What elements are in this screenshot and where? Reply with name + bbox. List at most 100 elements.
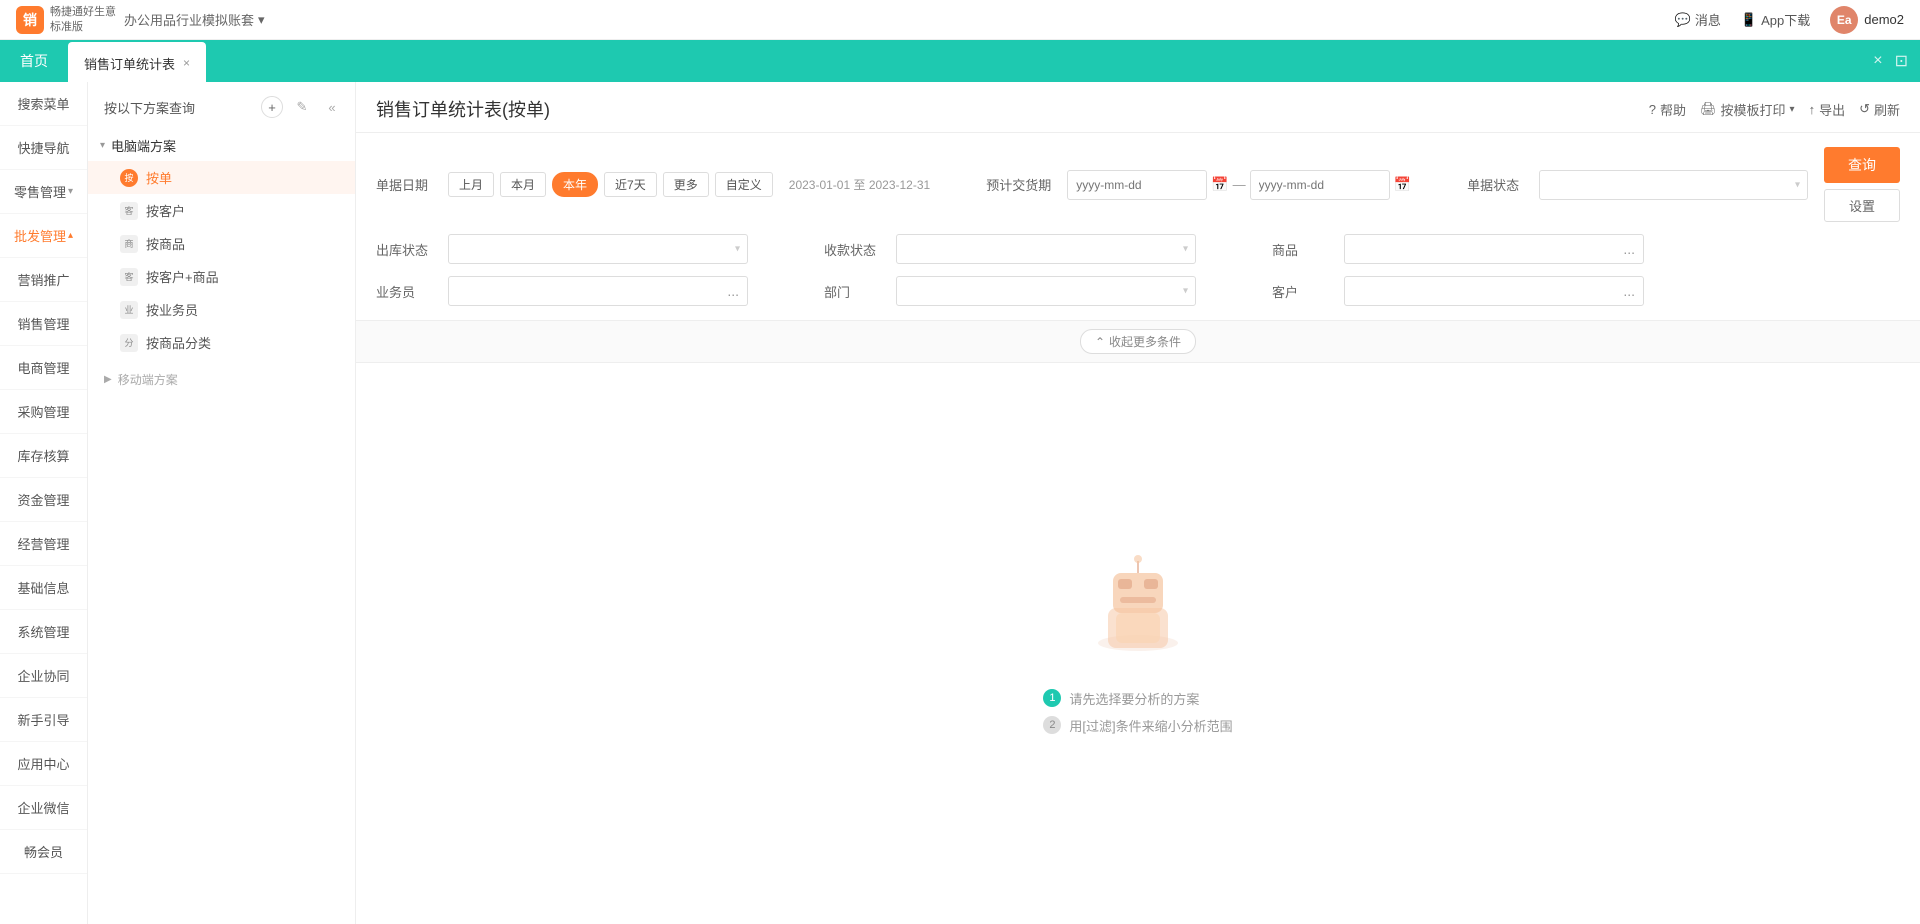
sidebar-item-ecommerce[interactable]: 电商管理 (0, 346, 87, 390)
print-template-button[interactable]: 🖨 按模板打印 ▾ (1700, 100, 1795, 119)
expected-date-end[interactable] (1250, 170, 1390, 200)
page-title: 销售订单统计表(按单) (376, 96, 550, 122)
edit-scheme-button[interactable]: ✎ (291, 96, 313, 118)
message-label: 消息 (1695, 10, 1721, 29)
tab-label: 销售订单统计表 (84, 54, 175, 73)
window-maximize-icon[interactable]: ⊡ (1895, 51, 1908, 71)
scheme-by-order[interactable]: 按 按单 (88, 161, 355, 194)
salesperson-dots-icon[interactable]: ... (727, 283, 739, 299)
goods-input[interactable] (1353, 242, 1623, 257)
empty-hint-2: 2 用[过滤]条件来缩小分析范围 (1043, 716, 1232, 735)
user-area[interactable]: Ea demo2 (1830, 6, 1904, 34)
scheme-order-icon: 按 (120, 169, 138, 187)
sidebar-item-base-info[interactable]: 基础信息 (0, 566, 87, 610)
message-icon: 💬 (1675, 12, 1691, 28)
tab-close-icon[interactable]: × (183, 56, 190, 70)
sidebar-item-member[interactable]: 畅会员 (0, 830, 87, 874)
sidebar-item-app-center[interactable]: 应用中心 (0, 742, 87, 786)
avatar: Ea (1830, 6, 1858, 34)
username-label: demo2 (1864, 12, 1904, 27)
scheme-by-goods-category[interactable]: 分 按商品分类 (88, 326, 355, 359)
scheme-customer-goods-icon: 客 (120, 268, 138, 286)
delivery-select[interactable] (448, 234, 748, 264)
refresh-button[interactable]: ↺ 刷新 (1859, 100, 1900, 119)
payment-select[interactable] (896, 234, 1196, 264)
help-button[interactable]: ? 帮助 (1649, 100, 1686, 119)
sidebar-item-finance[interactable]: 资金管理 (0, 478, 87, 522)
mobile-section-arrow-icon: ▶ (104, 374, 112, 385)
scheme-by-salesperson[interactable]: 业 按业务员 (88, 293, 355, 326)
tab-sales-order-stats[interactable]: 销售订单统计表 × (68, 42, 206, 84)
date-btn-last-7[interactable]: 近7天 (604, 172, 657, 197)
scheme-customer-icon: 客 (120, 202, 138, 220)
sidebar-item-retail[interactable]: 零售管理 ▾ (0, 170, 87, 214)
date-btn-last-month[interactable]: 上月 (448, 172, 494, 197)
logo-icon: 销 (16, 6, 44, 34)
mobile-schemes-section[interactable]: ▶ 移动端方案 (88, 363, 355, 392)
pc-section-arrow-icon: ▾ (100, 140, 105, 151)
filter-row-2: 出库状态 ▾ 收款状态 ▾ 商品 (376, 234, 1900, 264)
status-select[interactable] (1539, 170, 1808, 200)
scheme-goods-icon: 商 (120, 235, 138, 253)
customer-dots-icon[interactable]: ... (1623, 283, 1635, 299)
right-content: 销售订单统计表(按单) ? 帮助 🖨 按模板打印 ▾ ↑ 导出 (356, 82, 1920, 924)
customer-input[interactable] (1353, 284, 1623, 299)
status-label: 单据状态 (1467, 175, 1523, 194)
hint-text-2: 用[过滤]条件来缩小分析范围 (1069, 716, 1232, 735)
salesperson-label: 业务员 (376, 282, 432, 301)
sidebar-item-wholesale[interactable]: 批发管理 ▴ (0, 214, 87, 258)
sidebar-item-search[interactable]: 搜索菜单 (0, 82, 87, 126)
export-button[interactable]: ↑ 导出 (1809, 100, 1846, 119)
scheme-salesperson-icon: 业 (120, 301, 138, 319)
add-scheme-button[interactable]: + (261, 96, 283, 118)
calendar-start-icon[interactable]: 📅 (1211, 176, 1228, 193)
customer-input-wrapper: ... (1344, 276, 1644, 306)
expected-date-start[interactable] (1067, 170, 1207, 200)
date-btn-this-month[interactable]: 本月 (500, 172, 546, 197)
scheme-by-goods[interactable]: 商 按商品 (88, 227, 355, 260)
retail-arrow-icon: ▾ (68, 186, 73, 197)
query-button[interactable]: 查询 (1824, 147, 1900, 183)
hint-num-2: 2 (1043, 716, 1061, 734)
app-label: App下载 (1761, 10, 1810, 29)
dept-select-wrapper: ▾ (896, 276, 1196, 306)
date-btn-more[interactable]: 更多 (663, 172, 709, 197)
status-select-wrapper: ▾ (1539, 170, 1808, 200)
goods-dots-icon[interactable]: ... (1623, 241, 1635, 257)
window-close-icon[interactable]: × (1873, 52, 1882, 70)
sidebar-item-system[interactable]: 系统管理 (0, 610, 87, 654)
tab-home[interactable]: 首页 (0, 40, 68, 82)
collapse-panel-button[interactable]: « (321, 96, 343, 118)
sidebar-item-guide[interactable]: 新手引导 (0, 698, 87, 742)
calendar-end-icon[interactable]: 📅 (1394, 176, 1411, 193)
scheme-by-customer-goods[interactable]: 客 按客户+商品 (88, 260, 355, 293)
sidebar-item-wechat[interactable]: 企业微信 (0, 786, 87, 830)
date-btn-this-year[interactable]: 本年 (552, 172, 598, 197)
refresh-icon: ↺ (1859, 101, 1870, 117)
date-btn-custom[interactable]: 自定义 (715, 172, 773, 197)
scheme-by-customer[interactable]: 客 按客户 (88, 194, 355, 227)
empty-hints: 1 请先选择要分析的方案 2 用[过滤]条件来缩小分析范围 (1043, 689, 1232, 735)
sidebar-item-enterprise[interactable]: 企业协同 (0, 654, 87, 698)
sidebar-item-sales[interactable]: 销售管理 (0, 302, 87, 346)
settings-button[interactable]: 设置 (1824, 189, 1900, 222)
collapse-more-conditions-button[interactable]: ⌃ 收起更多条件 (1080, 329, 1196, 354)
sidebar-item-quick-nav[interactable]: 快捷导航 (0, 126, 87, 170)
sidebar-item-purchase[interactable]: 采购管理 (0, 390, 87, 434)
page-header: 销售订单统计表(按单) ? 帮助 🖨 按模板打印 ▾ ↑ 导出 (356, 82, 1920, 133)
page-actions: ? 帮助 🖨 按模板打印 ▾ ↑ 导出 ↺ 刷新 (1649, 100, 1900, 119)
sidebar: 搜索菜单 快捷导航 零售管理 ▾ 批发管理 ▴ 营销推广 销售管理 电商管理 采 (0, 82, 88, 924)
app-download-button[interactable]: 📱 App下载 (1741, 10, 1810, 29)
salesperson-input[interactable] (457, 284, 727, 299)
sidebar-item-inventory[interactable]: 库存核算 (0, 434, 87, 478)
empty-state: 1 请先选择要分析的方案 2 用[过滤]条件来缩小分析范围 (356, 363, 1920, 924)
breadcrumb-arrow-icon[interactable]: ▾ (258, 12, 265, 28)
tab-bar: 首页 销售订单统计表 × × ⊡ (0, 40, 1920, 82)
top-bar: 销 畅捷通好生意 标准版 办公用品行业模拟账套 ▾ 💬 消息 📱 App下载 E… (0, 0, 1920, 40)
sidebar-item-marketing[interactable]: 营销推广 (0, 258, 87, 302)
dept-select[interactable] (896, 276, 1196, 306)
pc-schemes-parent[interactable]: ▾ 电脑端方案 (88, 130, 355, 161)
sidebar-item-operation[interactable]: 经营管理 (0, 522, 87, 566)
message-button[interactable]: 💬 消息 (1675, 10, 1721, 29)
customer-label: 客户 (1272, 282, 1328, 301)
